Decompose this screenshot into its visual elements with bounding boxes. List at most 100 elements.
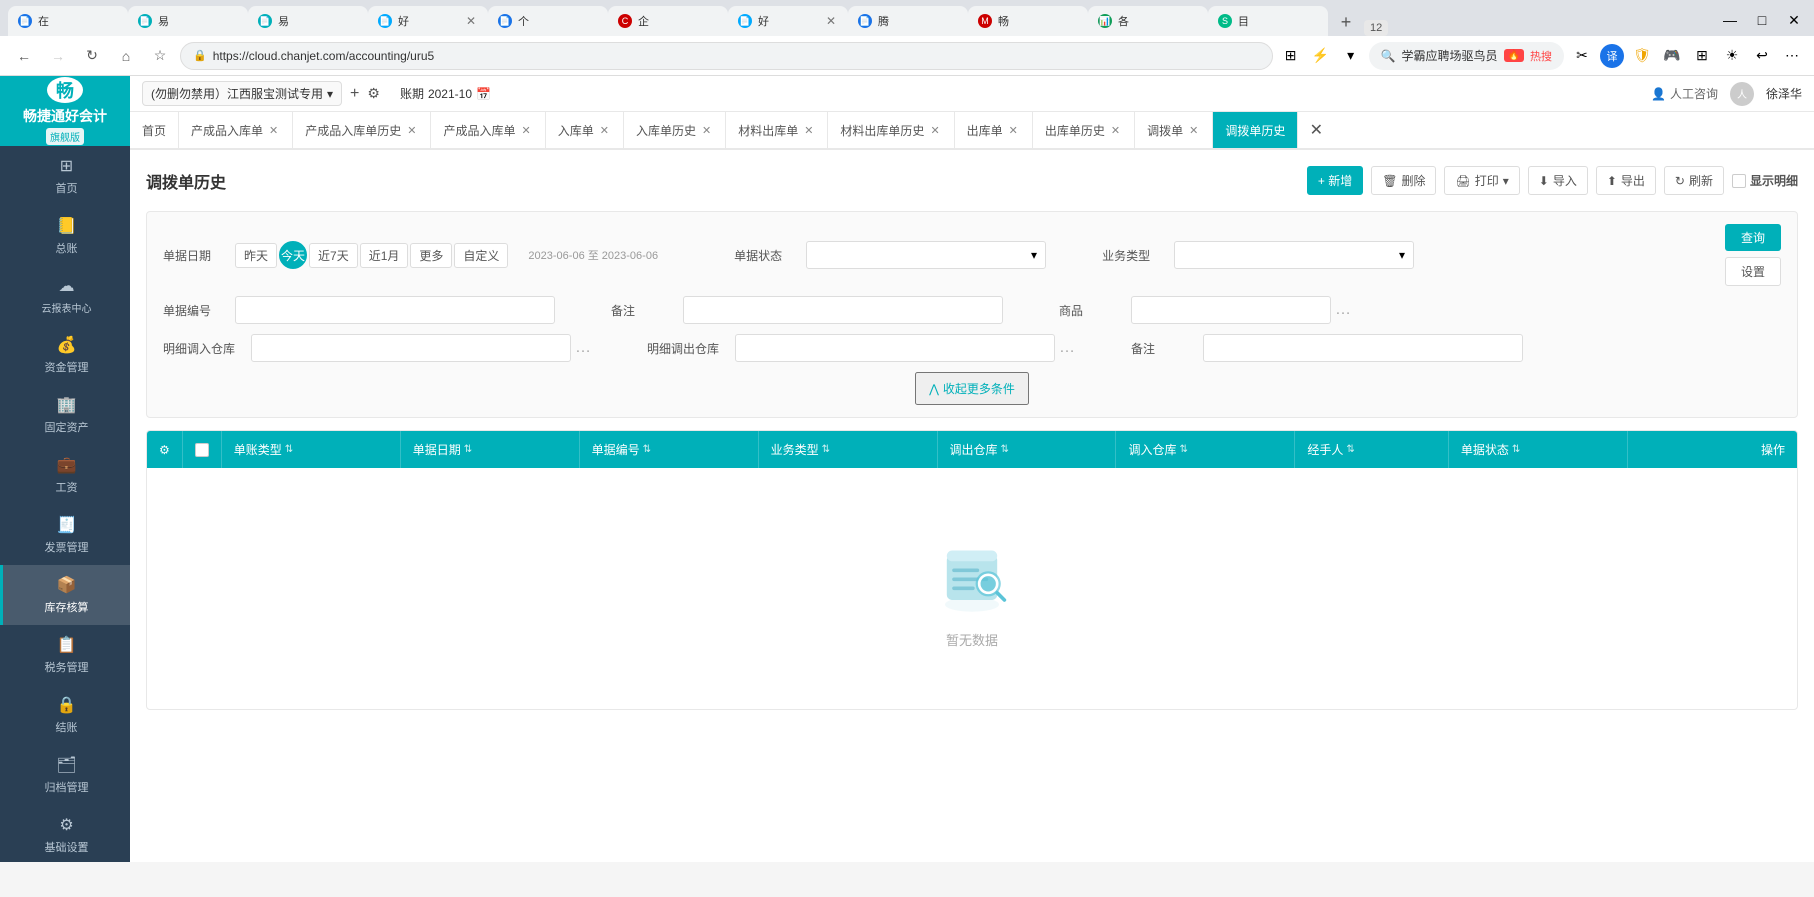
col-biz-type[interactable]: 业务类型 ⇅ [758, 431, 937, 468]
sidebar-item-ledger[interactable]: 📒 总账 [0, 206, 130, 266]
display-toggle[interactable]: 显示明细 [1732, 172, 1798, 189]
sidebar-item-payroll[interactable]: 💼 工资 [0, 445, 130, 505]
print-button[interactable]: 🖨 打印 ▾ [1444, 166, 1519, 195]
refresh-button[interactable]: ↻ 刷新 [1664, 166, 1724, 195]
status-select[interactable]: ▾ [806, 241, 1046, 269]
page-tab-in-order[interactable]: 入库单 ✕ [546, 112, 624, 148]
close-icon-in-history[interactable]: ✕ [700, 122, 713, 139]
sort-icon-in-warehouse[interactable]: ⇅ [1179, 444, 1187, 455]
page-tab-material-out-history[interactable]: 材料出库单历史 ✕ [828, 112, 954, 148]
close-icon-in-order[interactable]: ✕ [598, 122, 611, 139]
address-bar[interactable]: 🔒 https://cloud.chanjet.com/accounting/u… [180, 42, 1273, 70]
col-handler[interactable]: 经手人 ⇅ [1295, 431, 1449, 468]
add-company-icon[interactable]: + [350, 85, 359, 103]
bookmark-button[interactable]: ☆ [146, 42, 174, 70]
tab-bar-close-button[interactable]: ✕ [1302, 116, 1330, 144]
sidebar-item-fixed-assets[interactable]: 🏢 固定资产 [0, 385, 130, 445]
dropdown-icon[interactable]: ▾ [1339, 44, 1363, 68]
detail-out-input[interactable] [735, 334, 1055, 362]
sidebar-item-close[interactable]: 🔒 结账 [0, 685, 130, 745]
sort-icon-out-warehouse[interactable]: ⇅ [1001, 444, 1009, 455]
page-tab-product-in[interactable]: 产成品入库单 ✕ [179, 112, 293, 148]
sidebar-item-inventory[interactable]: 📦 库存核算 [0, 565, 130, 625]
page-tab-in-history[interactable]: 入库单历史 ✕ [624, 112, 726, 148]
sort-icon-biz-type[interactable]: ⇅ [822, 444, 830, 455]
date-btn-yesterday[interactable]: 昨天 [235, 243, 277, 268]
sidebar-item-tax[interactable]: 📋 税务管理 [0, 625, 130, 685]
goods-more-icon[interactable]: … [1335, 301, 1351, 319]
page-tab-material-out[interactable]: 材料出库单 ✕ [726, 112, 828, 148]
browser-tab-t4[interactable]: 📄 好 ✕ [368, 6, 488, 36]
detail-in-more-icon[interactable]: … [575, 339, 591, 357]
page-tab-product-in-history[interactable]: 产成品入库单历史 ✕ [293, 112, 431, 148]
settings-gear-icon[interactable]: ⚙ [367, 85, 380, 102]
col-doc-date[interactable]: 单据日期 ⇅ [400, 431, 579, 468]
maximize-icon[interactable]: □ [1750, 8, 1774, 32]
sort-icon-handler[interactable]: ⇅ [1346, 444, 1354, 455]
col-doc-type[interactable]: 单账类型 ⇅ [221, 431, 400, 468]
date-btn-custom[interactable]: 自定义 [454, 243, 508, 268]
sort-icon-doc-type[interactable]: ⇅ [285, 444, 293, 455]
import-button[interactable]: ⬇ 导入 [1528, 166, 1588, 195]
reload-button[interactable]: ↻ [78, 42, 106, 70]
note-input[interactable] [1203, 334, 1523, 362]
page-tab-transfer[interactable]: 调拨单 ✕ [1135, 112, 1213, 148]
sort-icon-doc-date[interactable]: ⇅ [464, 444, 472, 455]
col-in-warehouse[interactable]: 调入仓库 ⇅ [1116, 431, 1295, 468]
minimize-icon[interactable]: — [1718, 8, 1742, 32]
col-out-warehouse[interactable]: 调出仓库 ⇅ [937, 431, 1116, 468]
query-button[interactable]: 查询 [1725, 224, 1781, 251]
date-btn-1month[interactable]: 近1月 [360, 243, 409, 268]
browser-tab-t3[interactable]: 📄 易 [248, 6, 368, 36]
calendar-icon[interactable]: 📅 [476, 87, 491, 101]
detail-in-input[interactable] [251, 334, 571, 362]
brightness-icon[interactable]: ☀ [1720, 44, 1744, 68]
close-icon-product-in2[interactable]: ✕ [520, 122, 533, 139]
game-icon[interactable]: 🎮 [1660, 44, 1684, 68]
page-tab-out-order[interactable]: 出库单 ✕ [955, 112, 1033, 148]
remark-input[interactable] [683, 296, 1003, 324]
translate-icon[interactable]: 译 [1600, 44, 1624, 68]
browser-tab-t8[interactable]: 📄 腾 [848, 6, 968, 36]
new-tab-button[interactable]: + [1332, 8, 1360, 36]
biz-type-select[interactable]: ▾ [1174, 241, 1414, 269]
date-btn-today[interactable]: 今天 [279, 241, 307, 269]
sidebar-item-fund[interactable]: 💰 资金管理 [0, 325, 130, 385]
sidebar-item-archive[interactable]: 🗂 归档管理 [0, 745, 130, 805]
grid-icon[interactable]: ⊞ [1690, 44, 1714, 68]
forward-button[interactable]: → [44, 42, 72, 70]
date-btn-7days[interactable]: 近7天 [309, 243, 358, 268]
browser-tab-t10[interactable]: 📊 各 [1088, 6, 1208, 36]
page-tab-transfer-history[interactable]: 调拨单历史 [1213, 112, 1298, 148]
sidebar-item-home[interactable]: ⊞ 首页 [0, 146, 130, 206]
page-tab-product-in2[interactable]: 产成品入库单 ✕ [431, 112, 545, 148]
lightning-icon[interactable]: ⚡ [1309, 44, 1333, 68]
shield-icon[interactable]: 🛡 [1630, 44, 1654, 68]
sort-icon-doc-status[interactable]: ⇅ [1512, 444, 1520, 455]
page-tab-out-history[interactable]: 出库单历史 ✕ [1033, 112, 1135, 148]
close-icon-out-order[interactable]: ✕ [1007, 122, 1020, 139]
close-window-icon[interactable]: ✕ [1782, 8, 1806, 32]
new-button[interactable]: + 新增 [1307, 166, 1363, 195]
select-all-checkbox[interactable] [195, 443, 209, 457]
export-button[interactable]: ⬆ 导出 [1596, 166, 1656, 195]
delete-button[interactable]: 🗑 删除 [1371, 166, 1436, 195]
sidebar-item-report[interactable]: ☁ 云报表中心 [0, 266, 130, 325]
settings-filter-button[interactable]: 设置 [1725, 257, 1781, 286]
browser-tab-t5[interactable]: 📄 个 [488, 6, 608, 36]
sort-icon-doc-no[interactable]: ⇅ [643, 444, 651, 455]
detail-out-more-icon[interactable]: … [1059, 339, 1075, 357]
close-icon-t4[interactable]: ✕ [464, 12, 478, 30]
company-selector[interactable]: (勿删勿禁用）江西服宝测试专用 ▾ [142, 81, 342, 106]
page-tab-home[interactable]: 首页 [130, 112, 179, 148]
search-bar[interactable]: 🔍 学霸应聘场驱鸟员 🔥 热搜 [1369, 42, 1564, 70]
browser-tab-t7[interactable]: 📄 好 ✕ [728, 6, 848, 36]
undo-icon[interactable]: ↩ [1750, 44, 1774, 68]
browser-tab-t9[interactable]: M 畅 [968, 6, 1088, 36]
menu-icon[interactable]: ⋯ [1780, 44, 1804, 68]
browser-tab-t11[interactable]: S 目 [1208, 6, 1328, 36]
browser-tab-t6[interactable]: C 企 [608, 6, 728, 36]
close-icon-product-in[interactable]: ✕ [267, 122, 280, 139]
col-doc-no[interactable]: 单据编号 ⇅ [579, 431, 758, 468]
back-button[interactable]: ← [10, 42, 38, 70]
